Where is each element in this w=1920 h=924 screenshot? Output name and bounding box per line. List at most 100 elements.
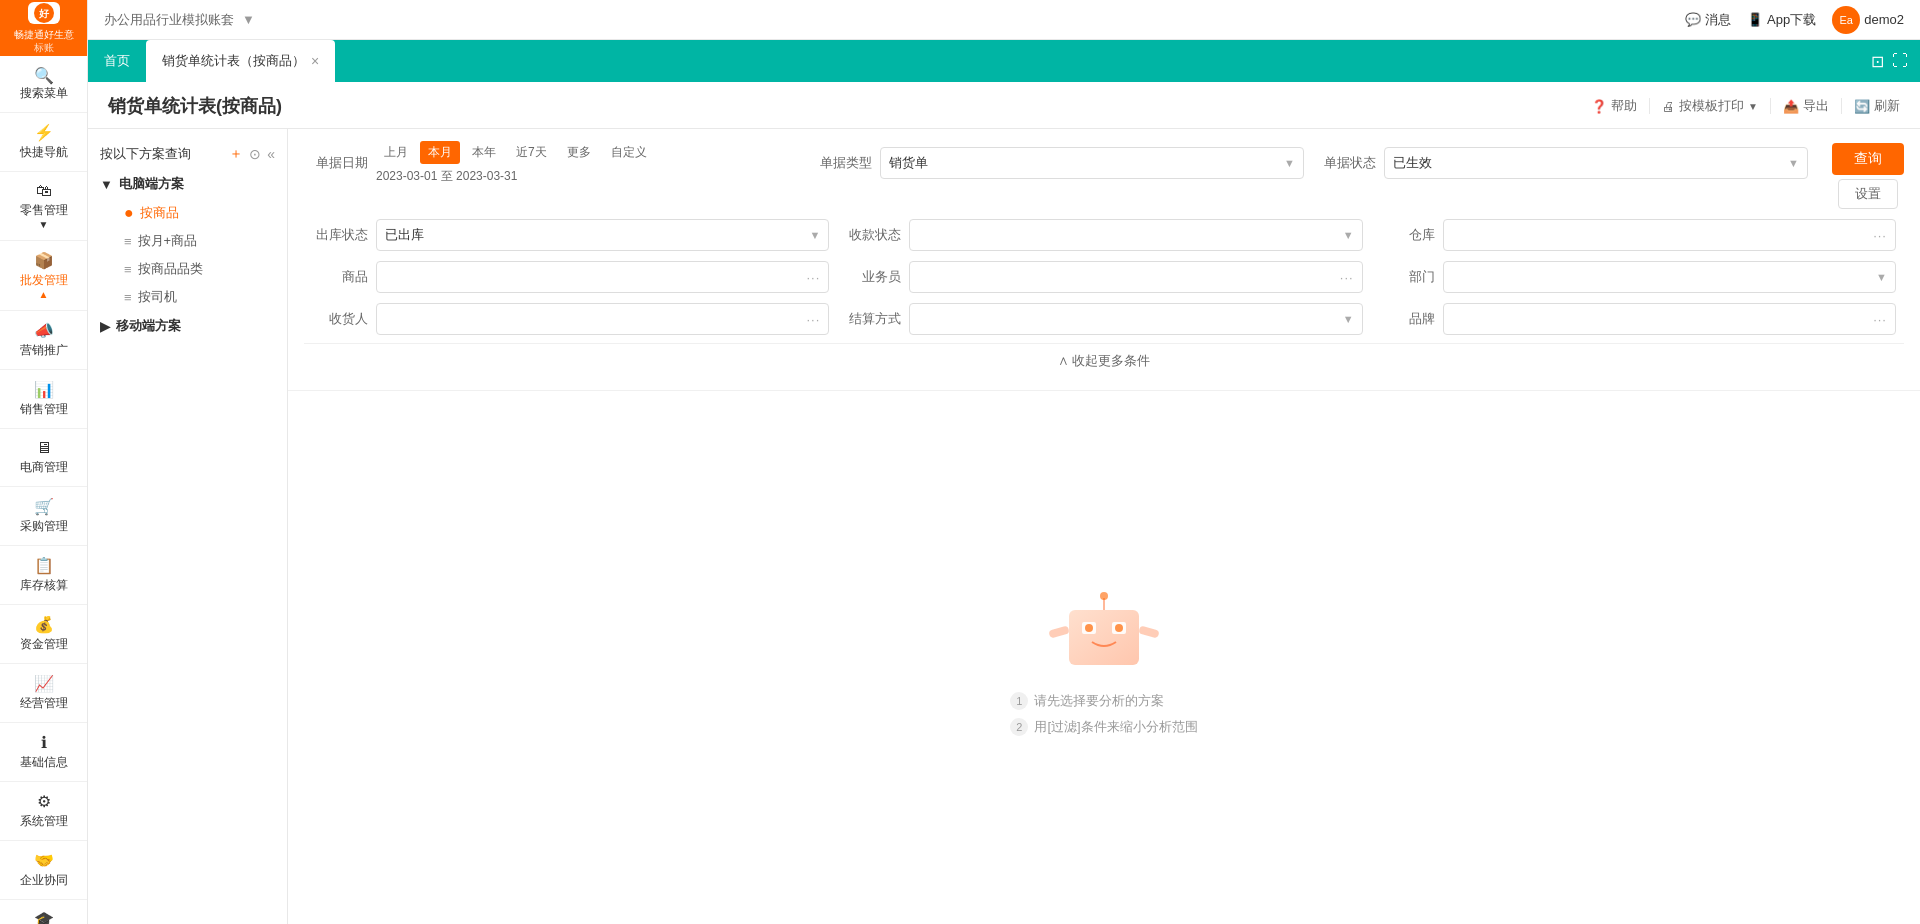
nav-guide[interactable]: 🎓 新手引导 xyxy=(0,900,87,924)
tabbar: 首页 销货单统计表（按商品） × ⊡ ⛶ xyxy=(88,40,1920,82)
nav-wholesale[interactable]: 📦 批发管理 ▲ xyxy=(0,241,87,311)
refresh-btn[interactable]: 🔄 刷新 xyxy=(1854,97,1900,115)
dept-input[interactable]: ▼ xyxy=(1443,261,1896,293)
dept-caret-icon: ▼ xyxy=(1876,271,1887,283)
goods-input[interactable]: ··· xyxy=(376,261,829,293)
left-panel-actions: ＋ ⊙ « xyxy=(229,145,275,163)
left-panel-header: 按以下方案查询 ＋ ⊙ « xyxy=(88,139,287,169)
warehouse-input[interactable]: ··· xyxy=(1443,219,1896,251)
search-menu-item[interactable]: 🔍 搜索菜单 xyxy=(0,56,87,113)
export-icon: 📤 xyxy=(1783,99,1799,114)
nav-finance[interactable]: 💰 资金管理 xyxy=(0,605,87,664)
date-range-text: 2023-03-01 至 2023-03-31 xyxy=(376,168,800,185)
warehouse-dots-icon[interactable]: ··· xyxy=(1873,228,1887,243)
dept-label: 部门 xyxy=(1379,268,1443,286)
consignee-dots-icon[interactable]: ··· xyxy=(806,312,820,327)
tab-active[interactable]: 销货单统计表（按商品） × xyxy=(146,40,335,82)
edit-scheme-btn[interactable]: ⊙ xyxy=(249,146,261,162)
tree-item-by-month-goods[interactable]: ≡ 按月+商品 xyxy=(88,227,287,255)
nav-retail[interactable]: 🛍 零售管理 ▼ xyxy=(0,172,87,241)
message-icon: 💬 xyxy=(1685,12,1701,27)
tree-item-by-goods[interactable]: ● 按商品 xyxy=(88,199,287,227)
app-download-btn[interactable]: 📱 App下载 xyxy=(1747,11,1816,29)
help-btn[interactable]: ❓ 帮助 xyxy=(1591,97,1637,115)
user-avatar-btn[interactable]: Ea demo2 xyxy=(1832,6,1904,34)
nav-quick-nav[interactable]: ⚡ 快捷导航 xyxy=(0,113,87,172)
tab-home[interactable]: 首页 xyxy=(88,40,146,82)
avatar: Ea xyxy=(1832,6,1860,34)
page-header: 销货单统计表(按商品) ❓ 帮助 🖨 按模板打印 ▼ 📤 xyxy=(88,82,1920,129)
out-status-input[interactable]: 已出库 ▼ xyxy=(376,219,829,251)
topbar-left: 办公用品行业模拟账套 ▼ xyxy=(104,11,255,29)
goods-dots-icon[interactable]: ··· xyxy=(806,270,820,285)
query-button[interactable]: 查询 xyxy=(1832,143,1904,175)
content-layout: 按以下方案查询 ＋ ⊙ « ▼ 电脑端方案 ● 按商品 xyxy=(88,129,1920,924)
empty-tips: 1 请先选择要分析的方案 2 用[过滤]条件来缩小分析范围 xyxy=(1010,692,1197,736)
nav-marketing[interactable]: 📣 营销推广 xyxy=(0,311,87,370)
list-icon: ≡ xyxy=(124,234,132,249)
doc-status-cell: 单据状态 已生效 ▼ xyxy=(1312,141,1816,185)
nav-sales[interactable]: 📊 销售管理 xyxy=(0,370,87,429)
tree-mobile-section[interactable]: ▶ 移动端方案 xyxy=(88,311,287,341)
brand-label: 品牌 xyxy=(1379,310,1443,328)
divider1 xyxy=(1649,98,1650,114)
filter-panel: 单据日期 上月 本月 本年 近7天 更多 自定义 xyxy=(288,129,1920,391)
tab-maximize-btn[interactable]: ⛶ xyxy=(1892,52,1908,70)
out-status-cell: 出库状态 已出库 ▼ xyxy=(304,219,837,251)
active-indicator-icon: ● xyxy=(124,204,134,222)
page-title-row: 销货单统计表(按商品) ❓ 帮助 🖨 按模板打印 ▼ 📤 xyxy=(108,94,1900,128)
doc-type-input[interactable]: 销货单 ▼ xyxy=(880,147,1304,179)
doc-status-caret-icon: ▼ xyxy=(1788,157,1799,169)
goods-cell: 商品 ··· xyxy=(304,261,837,293)
right-panel: 单据日期 上月 本月 本年 近7天 更多 自定义 xyxy=(288,129,1920,924)
brand-input[interactable]: ··· xyxy=(1443,303,1896,335)
setting-button[interactable]: 设置 xyxy=(1838,179,1898,209)
receive-status-input[interactable]: ▼ xyxy=(909,219,1362,251)
tree-item-by-category[interactable]: ≡ 按商品品类 xyxy=(88,255,287,283)
tab-close-btn[interactable]: × xyxy=(311,53,319,69)
message-btn[interactable]: 💬 消息 xyxy=(1685,11,1731,29)
date-tab-more[interactable]: 更多 xyxy=(559,141,599,164)
nav-ecommerce[interactable]: 🖥 电商管理 xyxy=(0,429,87,487)
category-icon: ≡ xyxy=(124,262,132,277)
staff-dots-icon[interactable]: ··· xyxy=(1340,270,1354,285)
logo-icon: 好 xyxy=(28,2,60,24)
date-tab-this-month[interactable]: 本月 xyxy=(420,141,460,164)
topbar: 办公用品行业模拟账套 ▼ 💬 消息 📱 App下载 Ea demo2 xyxy=(88,0,1920,40)
left-panel: 按以下方案查询 ＋ ⊙ « ▼ 电脑端方案 ● 按商品 xyxy=(88,129,288,924)
nav-purchase[interactable]: 🛒 采购管理 xyxy=(0,487,87,546)
empty-tip-1: 1 请先选择要分析的方案 xyxy=(1010,692,1197,710)
date-label: 单据日期 xyxy=(312,154,376,172)
svg-text:好: 好 xyxy=(38,8,50,19)
date-tab-this-year[interactable]: 本年 xyxy=(464,141,504,164)
staff-input[interactable]: ··· xyxy=(909,261,1362,293)
doc-status-input[interactable]: 已生效 ▼ xyxy=(1384,147,1808,179)
print-btn[interactable]: 🖨 按模板打印 ▼ xyxy=(1662,97,1758,115)
tab-minimize-btn[interactable]: ⊡ xyxy=(1871,52,1884,71)
tree-pc-section[interactable]: ▼ 电脑端方案 xyxy=(88,169,287,199)
out-status-caret-icon: ▼ xyxy=(809,229,820,241)
receive-status-cell: 收款状态 ▼ xyxy=(837,219,1370,251)
out-status-label: 出库状态 xyxy=(312,226,376,244)
payment-label: 结算方式 xyxy=(845,310,909,328)
page-title: 销货单统计表(按商品) xyxy=(108,94,282,118)
nav-business[interactable]: 📈 经营管理 xyxy=(0,664,87,723)
industry-dropdown-icon[interactable]: ▼ xyxy=(242,12,255,27)
add-scheme-btn[interactable]: ＋ xyxy=(229,145,243,163)
empty-tip-2: 2 用[过滤]条件来缩小分析范围 xyxy=(1010,718,1197,736)
nav-enterprise[interactable]: 🤝 企业协同 xyxy=(0,841,87,900)
export-btn[interactable]: 📤 导出 xyxy=(1783,97,1829,115)
nav-system[interactable]: ⚙ 系统管理 xyxy=(0,782,87,841)
nav-basic-info[interactable]: ℹ 基础信息 xyxy=(0,723,87,782)
collapse-panel-btn[interactable]: « xyxy=(267,146,275,162)
date-tab-7days[interactable]: 近7天 xyxy=(508,141,555,164)
consignee-input[interactable]: ··· xyxy=(376,303,829,335)
payment-input[interactable]: ▼ xyxy=(909,303,1362,335)
nav-inventory[interactable]: 📋 库存核算 xyxy=(0,546,87,605)
collapse-btn[interactable]: ∧ 收起更多条件 xyxy=(304,343,1904,378)
brand-dots-icon[interactable]: ··· xyxy=(1873,312,1887,327)
date-tab-custom[interactable]: 自定义 xyxy=(603,141,655,164)
tree-item-by-driver[interactable]: ≡ 按司机 xyxy=(88,283,287,311)
date-tab-last-month[interactable]: 上月 xyxy=(376,141,416,164)
svg-point-8 xyxy=(1100,592,1108,600)
